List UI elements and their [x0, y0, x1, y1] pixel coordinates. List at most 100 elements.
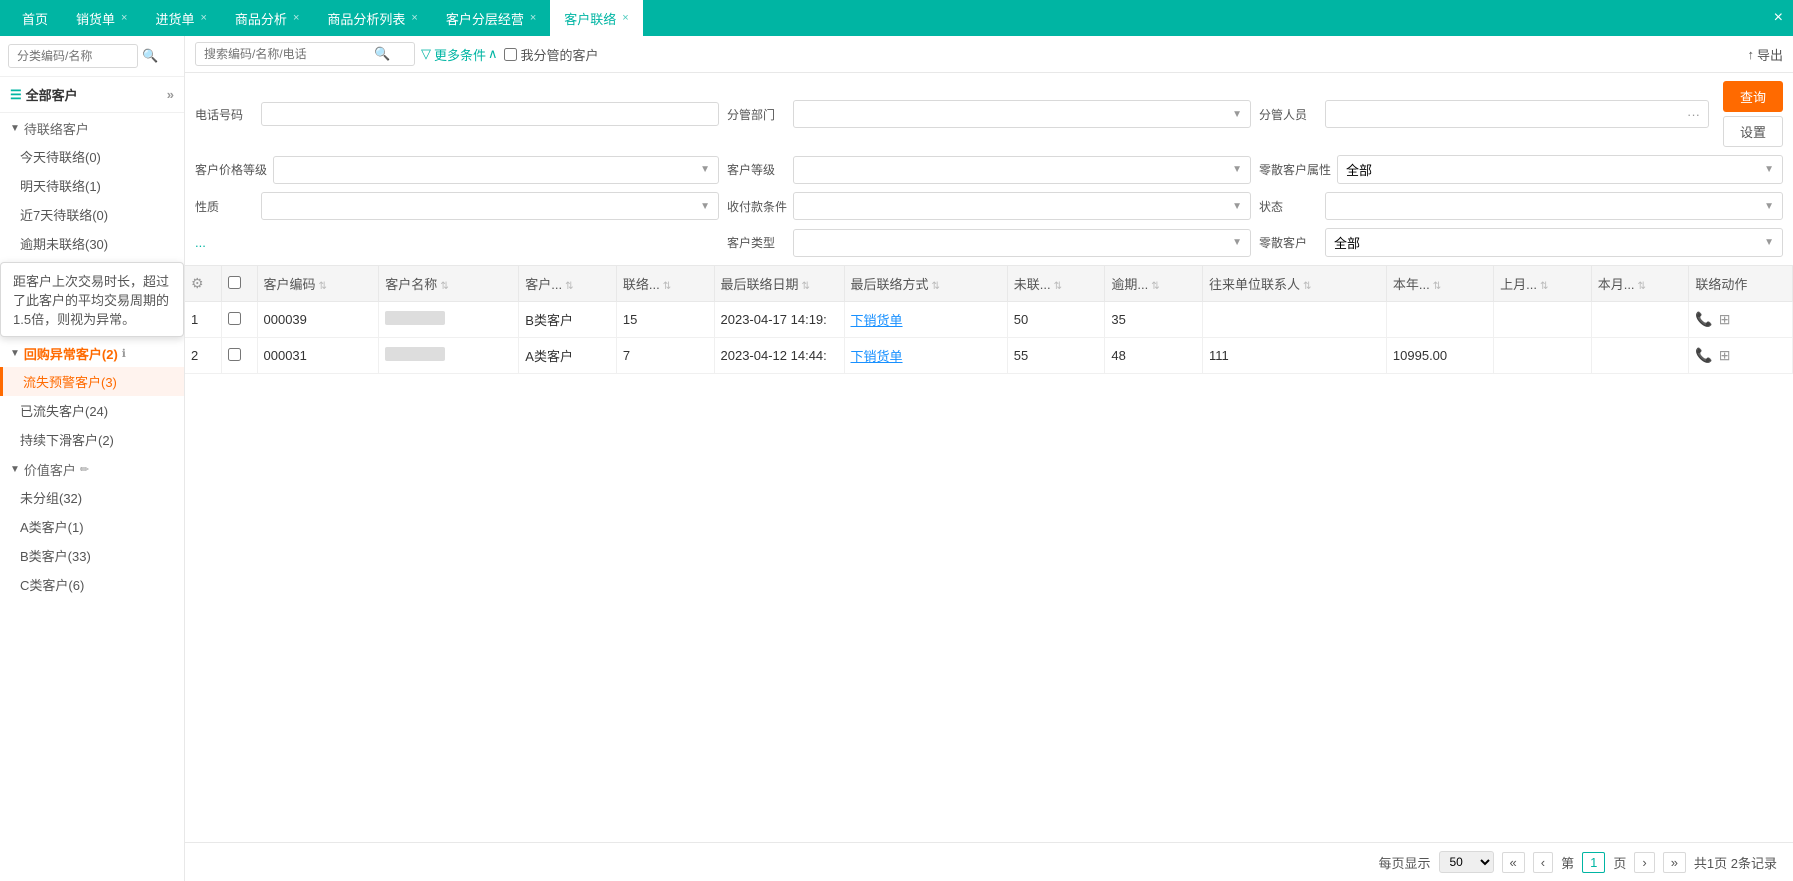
- manager-select[interactable]: ···: [1325, 100, 1709, 128]
- sidebar-group-pending-contact[interactable]: ▼ 待联络客户: [0, 113, 184, 142]
- retail-attr-label: 零散客户属性: [1259, 161, 1331, 178]
- first-page-button[interactable]: «: [1502, 852, 1525, 873]
- row2-select-checkbox[interactable]: [228, 348, 241, 361]
- sidebar-item-class-b[interactable]: B类客户(33): [0, 541, 184, 570]
- close-product-analysis-icon[interactable]: ×: [293, 12, 299, 24]
- name-sort-icon[interactable]: ⇅: [440, 281, 448, 292]
- price-level-label: 客户价格等级: [195, 161, 267, 178]
- row1-select-checkbox[interactable]: [228, 312, 241, 325]
- col-checkbox: [221, 266, 257, 302]
- sidebar-collapse-icon[interactable]: »: [167, 87, 174, 102]
- last-month-sort-icon[interactable]: ⇅: [1540, 281, 1548, 292]
- contacts-sort-icon[interactable]: ⇅: [1303, 281, 1311, 292]
- payment-select[interactable]: ▼: [793, 192, 1251, 220]
- status-select[interactable]: ▼: [1325, 192, 1783, 220]
- nav-purchase-order[interactable]: 进货单 ×: [141, 0, 220, 36]
- col-type: 客户...⇅: [519, 266, 617, 302]
- row2-phone-icon[interactable]: 📞: [1695, 347, 1712, 364]
- my-customer-checkbox[interactable]: [504, 48, 517, 61]
- main-search-input[interactable]: [204, 47, 374, 61]
- sidebar-item-declining-customers[interactable]: 持续下滑客户(2): [0, 425, 184, 454]
- row2-last-method-link[interactable]: 下销货单: [851, 349, 903, 364]
- query-button[interactable]: 查询: [1723, 81, 1783, 112]
- nav-customer-contact[interactable]: 客户联络 ×: [550, 0, 642, 36]
- customer-level-select[interactable]: ▼: [793, 156, 1251, 184]
- close-customer-segmentation-icon[interactable]: ×: [530, 12, 536, 24]
- col-settings: ⚙: [185, 266, 221, 302]
- close-purchase-order-icon[interactable]: ×: [200, 12, 206, 24]
- setting-button[interactable]: 设置: [1723, 116, 1783, 147]
- category-search-input[interactable]: [8, 44, 138, 68]
- nav-home[interactable]: 首页: [8, 0, 62, 36]
- export-button[interactable]: ↑ 导出: [1747, 45, 1783, 64]
- price-level-select[interactable]: ▼: [273, 156, 719, 184]
- col-this-year: 本年...⇅: [1386, 266, 1493, 302]
- select-all-checkbox[interactable]: [228, 276, 241, 289]
- row2-index: 2: [185, 338, 221, 374]
- retail-attr-select[interactable]: 全部 ▼: [1337, 155, 1783, 184]
- row1-last-method: 下销货单: [844, 302, 1007, 338]
- sidebar-item-class-c[interactable]: C类客户(6): [0, 570, 184, 599]
- close-sales-order-icon[interactable]: ×: [121, 12, 127, 24]
- contact-count-sort-icon[interactable]: ⇅: [663, 281, 671, 292]
- type-sort-icon[interactable]: ⇅: [565, 281, 573, 292]
- sidebar-item-lost-customers[interactable]: 已流失客户(24): [0, 396, 184, 425]
- nature-select[interactable]: ▼: [261, 192, 719, 220]
- col-this-month: 本月...⇅: [1591, 266, 1689, 302]
- page-size-select[interactable]: 50 100 200: [1439, 851, 1494, 873]
- this-month-sort-icon[interactable]: ⇅: [1638, 281, 1646, 292]
- row1-last-date: 2023-04-17 14:19:: [714, 302, 844, 338]
- prev-page-button[interactable]: ‹: [1533, 852, 1553, 873]
- sidebar-item-ungrouped[interactable]: 未分组(32): [0, 483, 184, 512]
- category-search-icon[interactable]: 🔍: [142, 48, 158, 64]
- nav-customer-segmentation[interactable]: 客户分层经营 ×: [432, 0, 550, 36]
- nav-product-analysis[interactable]: 商品分析 ×: [221, 0, 313, 36]
- customer-type-select[interactable]: ▼: [793, 229, 1251, 257]
- this-year-sort-icon[interactable]: ⇅: [1433, 281, 1441, 292]
- sidebar-item-class-a[interactable]: A类客户(1): [0, 512, 184, 541]
- sidebar-item-7days-contact[interactable]: 近7天待联络(0): [0, 200, 184, 229]
- filter-row-retail-attr: 零散客户属性 全部 ▼: [1259, 155, 1783, 184]
- all-customers-header[interactable]: ☰ 全部客户 »: [0, 77, 184, 113]
- my-customer-checkbox-label[interactable]: 我分管的客户: [504, 45, 599, 64]
- row2-contact-count: 7: [616, 338, 714, 374]
- dept-select[interactable]: ▼: [793, 100, 1251, 128]
- sidebar-item-today-contact[interactable]: 今天待联络(0): [0, 142, 184, 171]
- row1-name: [379, 302, 519, 338]
- last-date-sort-icon[interactable]: ⇅: [802, 281, 810, 292]
- nav-product-analysis-list[interactable]: 商品分析列表 ×: [313, 0, 431, 36]
- sidebar-item-tomorrow-contact[interactable]: 明天待联络(1): [0, 171, 184, 200]
- row2-grid-icon[interactable]: ⊞: [1719, 347, 1731, 364]
- close-product-analysis-list-icon[interactable]: ×: [411, 12, 417, 24]
- row1-phone-icon[interactable]: 📞: [1695, 311, 1712, 328]
- row1-last-method-link[interactable]: 下销货单: [851, 313, 903, 328]
- row1-grid-icon[interactable]: ⊞: [1719, 311, 1731, 328]
- more-filter-button[interactable]: ▽ 更多条件 ∧: [421, 45, 498, 64]
- table-settings-icon[interactable]: ⚙: [191, 275, 204, 291]
- last-page-button[interactable]: »: [1663, 852, 1686, 873]
- retail-customer-label: 零散客户: [1259, 234, 1319, 251]
- col-last-month: 上月...⇅: [1494, 266, 1592, 302]
- nav-sales-order[interactable]: 销货单 ×: [62, 0, 141, 36]
- retail-customer-select[interactable]: 全部 ▼: [1325, 228, 1783, 257]
- sidebar-group-repurchase-anomaly[interactable]: ▼ 回购异常客户(2) ℹ: [0, 338, 184, 367]
- last-method-sort-icon[interactable]: ⇅: [932, 281, 940, 292]
- uncontacted-sort-icon[interactable]: ⇅: [1054, 281, 1062, 292]
- next-page-button[interactable]: ›: [1634, 852, 1654, 873]
- main-search-icon[interactable]: 🔍: [374, 46, 390, 62]
- close-customer-contact-icon[interactable]: ×: [622, 12, 628, 24]
- row2-contacts: 111: [1202, 338, 1386, 374]
- sidebar-item-loss-warning[interactable]: 流失预警客户(3): [0, 367, 184, 396]
- row2-last-date: 2023-04-12 14:44:: [714, 338, 844, 374]
- row1-last-month: [1494, 302, 1592, 338]
- sidebar-group-value-customers[interactable]: ▼ 价值客户 ✏: [0, 454, 184, 483]
- code-sort-icon[interactable]: ⇅: [319, 281, 327, 292]
- overdue-sort-icon[interactable]: ⇅: [1151, 281, 1159, 292]
- close-all-tabs-button[interactable]: ×: [1774, 9, 1783, 27]
- sidebar-item-overdue-contact[interactable]: 逾期未联络(30): [0, 229, 184, 258]
- phone-input[interactable]: [261, 102, 719, 126]
- filter-row-retail-customer: 零散客户 全部 ▼: [1259, 228, 1783, 257]
- retail-attr-arrow-icon: ▼: [1764, 164, 1774, 175]
- more-options-button[interactable]: ...: [195, 235, 206, 250]
- col-contacts-person: 往来单位联系人⇅: [1202, 266, 1386, 302]
